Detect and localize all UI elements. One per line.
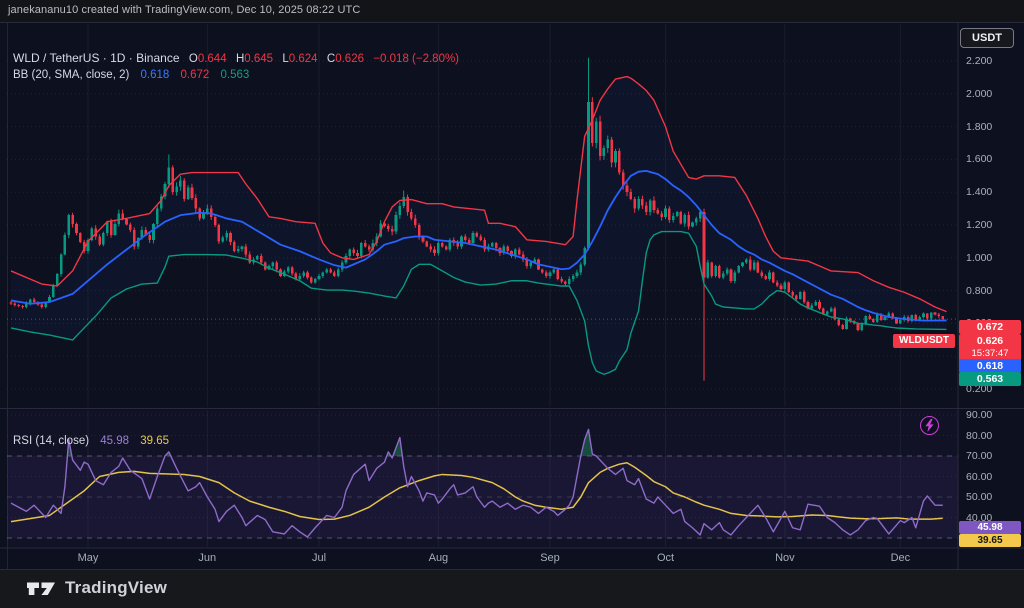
- price-axis-tick[interactable]: 0.800: [966, 285, 992, 297]
- bb-lower-value: 0.563: [221, 69, 250, 81]
- last-price-value: 0.626: [959, 334, 1021, 348]
- symbol-legend-row[interactable]: WLD / TetherUS · 1D · Binance O0.644 H0.…: [13, 50, 459, 66]
- symbol-price-tag: WLDUSDT: [893, 334, 955, 348]
- time-axis-label[interactable]: May: [78, 552, 99, 564]
- rsi-axis-tick[interactable]: 90.00: [966, 409, 992, 421]
- bb-upper-price-badge: 0.672: [959, 320, 1021, 334]
- price-axis-tick[interactable]: 1.200: [966, 219, 992, 231]
- rsi-value-badge: 45.98: [959, 521, 1021, 534]
- bb-legend-row[interactable]: BB (20, SMA, close, 2) 0.618 0.672 0.563: [13, 67, 459, 83]
- rsi-ma-value-badge: 39.65: [959, 534, 1021, 547]
- last-price-badge: 0.626 15:37:47: [959, 334, 1021, 361]
- symbol-title[interactable]: WLD / TetherUS · 1D · Binance: [13, 51, 180, 65]
- open-label: O: [189, 53, 198, 65]
- rsi-indicator-title[interactable]: RSI (14, close): [13, 435, 89, 447]
- attribution-text: janekananu10 created with TradingView.co…: [8, 4, 360, 16]
- time-axis-label[interactable]: Oct: [657, 552, 674, 564]
- time-axis-label[interactable]: Sep: [540, 552, 560, 564]
- price-axis-tick[interactable]: 1.000: [966, 252, 992, 264]
- open-value: 0.644: [198, 53, 227, 65]
- bb-upper-value: 0.672: [181, 69, 210, 81]
- rsi-axis-tick[interactable]: 50.00: [966, 491, 992, 503]
- quick-trade-button[interactable]: [920, 416, 939, 435]
- rsi-axis-tick[interactable]: 80.00: [966, 430, 992, 442]
- change-value: −0.018 (−2.80%): [373, 53, 459, 65]
- tradingview-logo-icon: [26, 579, 56, 598]
- chart-canvas[interactable]: [0, 23, 1024, 571]
- time-axis-label[interactable]: Aug: [429, 552, 449, 564]
- price-axis-tick[interactable]: 1.800: [966, 121, 992, 133]
- chart-legend: WLD / TetherUS · 1D · Binance O0.644 H0.…: [13, 50, 459, 84]
- price-axis-tick[interactable]: 2.200: [966, 55, 992, 67]
- bar-countdown: 15:37:47: [959, 348, 1021, 359]
- bb-indicator-title[interactable]: BB (20, SMA, close, 2): [13, 69, 129, 81]
- tradingview-chart-page: janekananu10 created with TradingView.co…: [0, 0, 1024, 608]
- rsi-value: 45.98: [100, 435, 129, 447]
- close-label: C: [327, 53, 335, 65]
- footer-bar: TradingView: [0, 570, 1024, 608]
- bb-basis-price-badge: 0.618: [959, 359, 1021, 373]
- price-axis-tick[interactable]: 2.000: [966, 88, 992, 100]
- price-axis-tick[interactable]: 1.400: [966, 186, 992, 198]
- high-value: 0.645: [244, 53, 273, 65]
- high-label: H: [236, 53, 244, 65]
- chart-widget: WLD / TetherUS · 1D · Binance O0.644 H0.…: [0, 22, 1024, 570]
- low-value: 0.624: [289, 53, 318, 65]
- tradingview-logo-text: TradingView: [65, 578, 167, 598]
- rsi-legend-row[interactable]: RSI (14, close) 45.98 39.65: [13, 435, 169, 447]
- time-axis-label[interactable]: Nov: [775, 552, 795, 564]
- time-axis-label[interactable]: Jun: [198, 552, 216, 564]
- price-axis-tick[interactable]: 1.600: [966, 153, 992, 165]
- time-axis-label[interactable]: Dec: [891, 552, 911, 564]
- lightning-icon: [924, 419, 935, 432]
- rsi-ma-value: 39.65: [140, 435, 169, 447]
- currency-toggle-button[interactable]: USDT: [960, 28, 1014, 48]
- tradingview-logo[interactable]: TradingView: [26, 578, 167, 598]
- rsi-axis-tick[interactable]: 70.00: [966, 450, 992, 462]
- rsi-axis-tick[interactable]: 60.00: [966, 471, 992, 483]
- attribution-bar: janekananu10 created with TradingView.co…: [0, 0, 1024, 22]
- close-value: 0.626: [335, 53, 364, 65]
- bb-lower-price-badge: 0.563: [959, 372, 1021, 386]
- bb-basis-value: 0.618: [141, 69, 170, 81]
- time-axis-label[interactable]: Jul: [312, 552, 326, 564]
